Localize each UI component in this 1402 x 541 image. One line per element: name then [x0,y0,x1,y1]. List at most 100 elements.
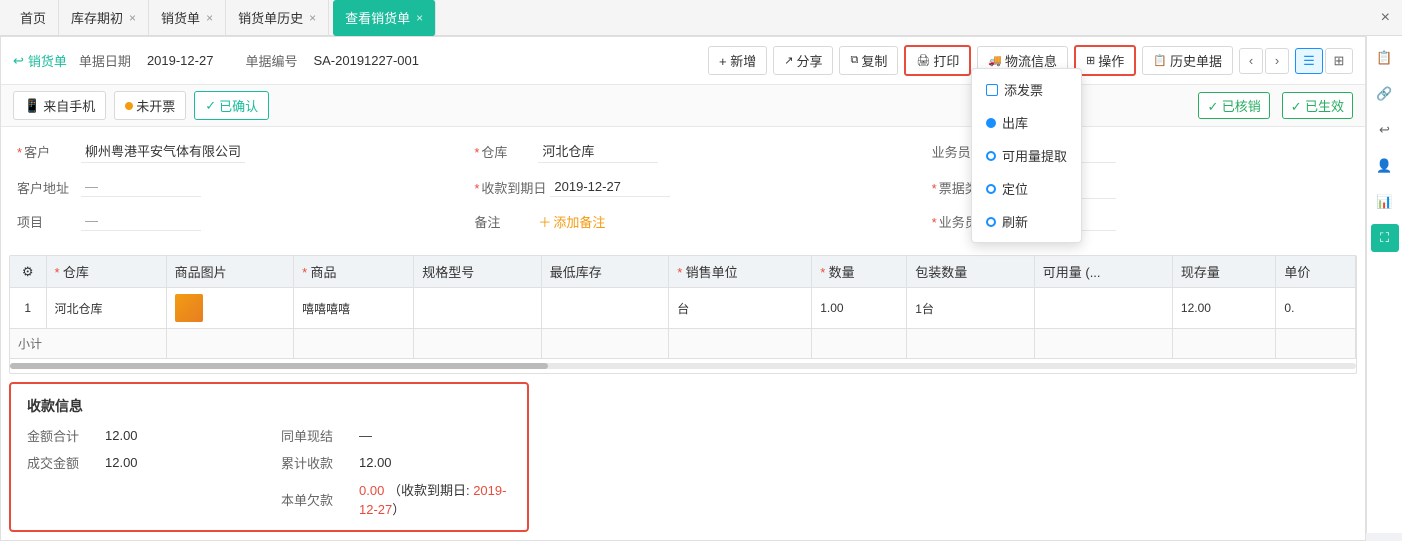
scrollbar-thumb[interactable] [10,363,548,369]
sidebar-chart-icon[interactable]: 📊 [1371,188,1399,216]
add-icon: ＋ [538,212,551,231]
print-button[interactable]: 🖨 打印 [904,45,971,76]
payment-date-value[interactable]: 2019-12-27 [550,177,670,197]
subtotal-quantity [812,329,907,359]
col-image: 商品图片 [166,256,294,288]
prev-button[interactable]: ‹ [1239,48,1263,74]
customer-value[interactable]: 柳州粤港平安气体有限公司 [81,139,245,163]
action-icon: ⊞ [1086,54,1095,67]
available-radio[interactable] [986,151,996,161]
main-content: ↩ 销货单 单据日期 2019-12-27 单据编号 SA-20191227-0… [0,36,1366,541]
tab-home[interactable]: 首页 [8,0,59,36]
add-invoice-checkbox[interactable] [986,84,998,96]
field-note: 备注 ＋ 添加备注 [474,212,891,231]
payment-row-outstanding: 本单欠款 0.00 （收款到期日: 2019-12-27） [281,480,511,518]
col-spec: 规格型号 [414,256,542,288]
payment-row-cumulative: 累计收款 12.00 [281,453,511,472]
field-address: 客户地址 — [17,177,434,197]
dropdown-item-add-invoice[interactable]: 添发票 [972,73,1081,106]
payment-row-same-settle: 同单现结 — [281,426,511,445]
sidebar-link-icon[interactable]: 🔗 [1371,80,1399,108]
subtotal-image [166,329,294,359]
row-min-stock [541,288,669,329]
row-warehouse: 河北仓库 [46,288,166,329]
subtotal-price [1276,329,1356,359]
doc-type-badge: ↩ 销货单 [13,51,67,70]
row-product: 嘻嘻嘻嘻 [294,288,414,329]
date-value: 2019-12-27 [147,53,214,68]
sidebar-copy-icon[interactable]: 📋 [1371,44,1399,72]
not-open-button[interactable]: 未开票 [114,91,186,120]
from-phone-button[interactable]: 📱 来自手机 [13,91,106,120]
same-settle-label: 同单现结 [281,426,351,445]
sidebar-return-icon[interactable]: ↩ [1371,116,1399,144]
transaction-label: 成交金额 [27,453,97,472]
tab-close-history[interactable]: × [309,11,316,25]
grid-view-button[interactable]: ⊞ [1325,48,1353,74]
field-payment-date: 收款到期日 2019-12-27 [474,177,891,197]
number-value: SA-20191227-001 [313,53,419,68]
table-scrollbar[interactable] [10,363,1356,369]
subtotal-pack [907,329,1035,359]
action-button[interactable]: ⊞ 操作 [1074,45,1136,76]
dropdown-item-refresh[interactable]: 刷新 [972,205,1081,238]
doc-type-label: 销货单 [28,51,67,70]
add-button[interactable]: + 新增 [708,46,767,75]
status-sold-off-badge[interactable]: ✓ 已核销 [1198,92,1269,119]
cumulative-value: 12.00 [359,455,392,470]
tab-sales-history[interactable]: 销货单历史 × [226,0,329,36]
logistics-icon: 🚚 [988,54,1002,67]
outstanding-label: 本单欠款 [281,490,351,509]
action-dropdown-menu: 添发票 出库 可用量提取 定位 刷新 [971,68,1082,243]
subtotal-row: 小计 [10,329,1356,359]
tab-inventory-init[interactable]: 库存期初 × [59,0,149,36]
subtotal-available [1034,329,1172,359]
date-label: 单据日期 [79,51,131,70]
col-quantity: * 数量 [812,256,907,288]
phone-icon: 📱 [24,98,40,114]
outstanding-value: 0.00 （收款到期日: 2019-12-27） [359,480,511,518]
tab-close-sales[interactable]: × [206,11,213,25]
second-toolbar: 📱 来自手机 未开票 ✓ 已确认 ✓ 已核销 ✓ 已生效 [1,85,1365,127]
main-close-button[interactable]: × [1381,9,1390,27]
tab-view-sales[interactable]: 查看销货单 × [333,0,436,36]
history-button[interactable]: 📋 历史单据 [1142,46,1233,75]
tab-bar: 首页 库存期初 × 销货单 × 销货单历史 × 查看销货单 × × [0,0,1402,36]
payment-section: 收款信息 金额合计 12.00 同单现结 — 成交金额 12.00 累计收款 1… [9,382,529,532]
settings-icon[interactable]: ⚙ [22,264,34,279]
sidebar-expand-icon[interactable]: ⛶ [1371,224,1399,252]
status-effective-badge[interactable]: ✓ 已生效 [1282,92,1353,119]
add-note-button[interactable]: ＋ 添加备注 [538,212,605,231]
cumulative-label: 累计收款 [281,453,351,472]
next-button[interactable]: › [1265,48,1289,74]
address-value[interactable]: — [81,177,201,197]
share-button[interactable]: ↗ 分享 [773,46,833,75]
locate-radio[interactable] [986,184,996,194]
transaction-value: 12.00 [105,455,138,470]
dropdown-item-available[interactable]: 可用量提取 [972,139,1081,172]
row-pack-qty: 1台 [907,288,1035,329]
payment-row-total: 金额合计 12.00 [27,426,257,445]
warehouse-value[interactable]: 河北仓库 [538,139,658,163]
subtotal-unit [669,329,812,359]
col-min-stock: 最低库存 [541,256,669,288]
dropdown-item-locate[interactable]: 定位 [972,172,1081,205]
copy-button[interactable]: ⧉ 复制 [839,46,898,75]
outbound-radio[interactable] [986,118,996,128]
row-unit: 台 [669,288,812,329]
subtotal-label: 小计 [10,329,166,359]
status-icon1: ✓ [1207,99,1218,114]
dropdown-item-outbound[interactable]: 出库 [972,106,1081,139]
form-row-3: 项目 — 备注 ＋ 添加备注 业务员孟 — [17,211,1349,231]
list-view-button[interactable]: ☰ [1295,48,1323,74]
subtotal-min-stock [541,329,669,359]
confirmed-button[interactable]: ✓ 已确认 [194,91,269,120]
tab-close-view-sales[interactable]: × [416,11,423,25]
subtotal-stock [1172,329,1275,359]
sidebar-user-icon[interactable]: 👤 [1371,152,1399,180]
check-icon: ✓ [205,98,216,114]
project-label: 项目 [17,212,77,231]
tab-sales-order[interactable]: 销货单 × [149,0,226,36]
refresh-radio[interactable] [986,217,996,227]
tab-close-inventory[interactable]: × [129,11,136,25]
